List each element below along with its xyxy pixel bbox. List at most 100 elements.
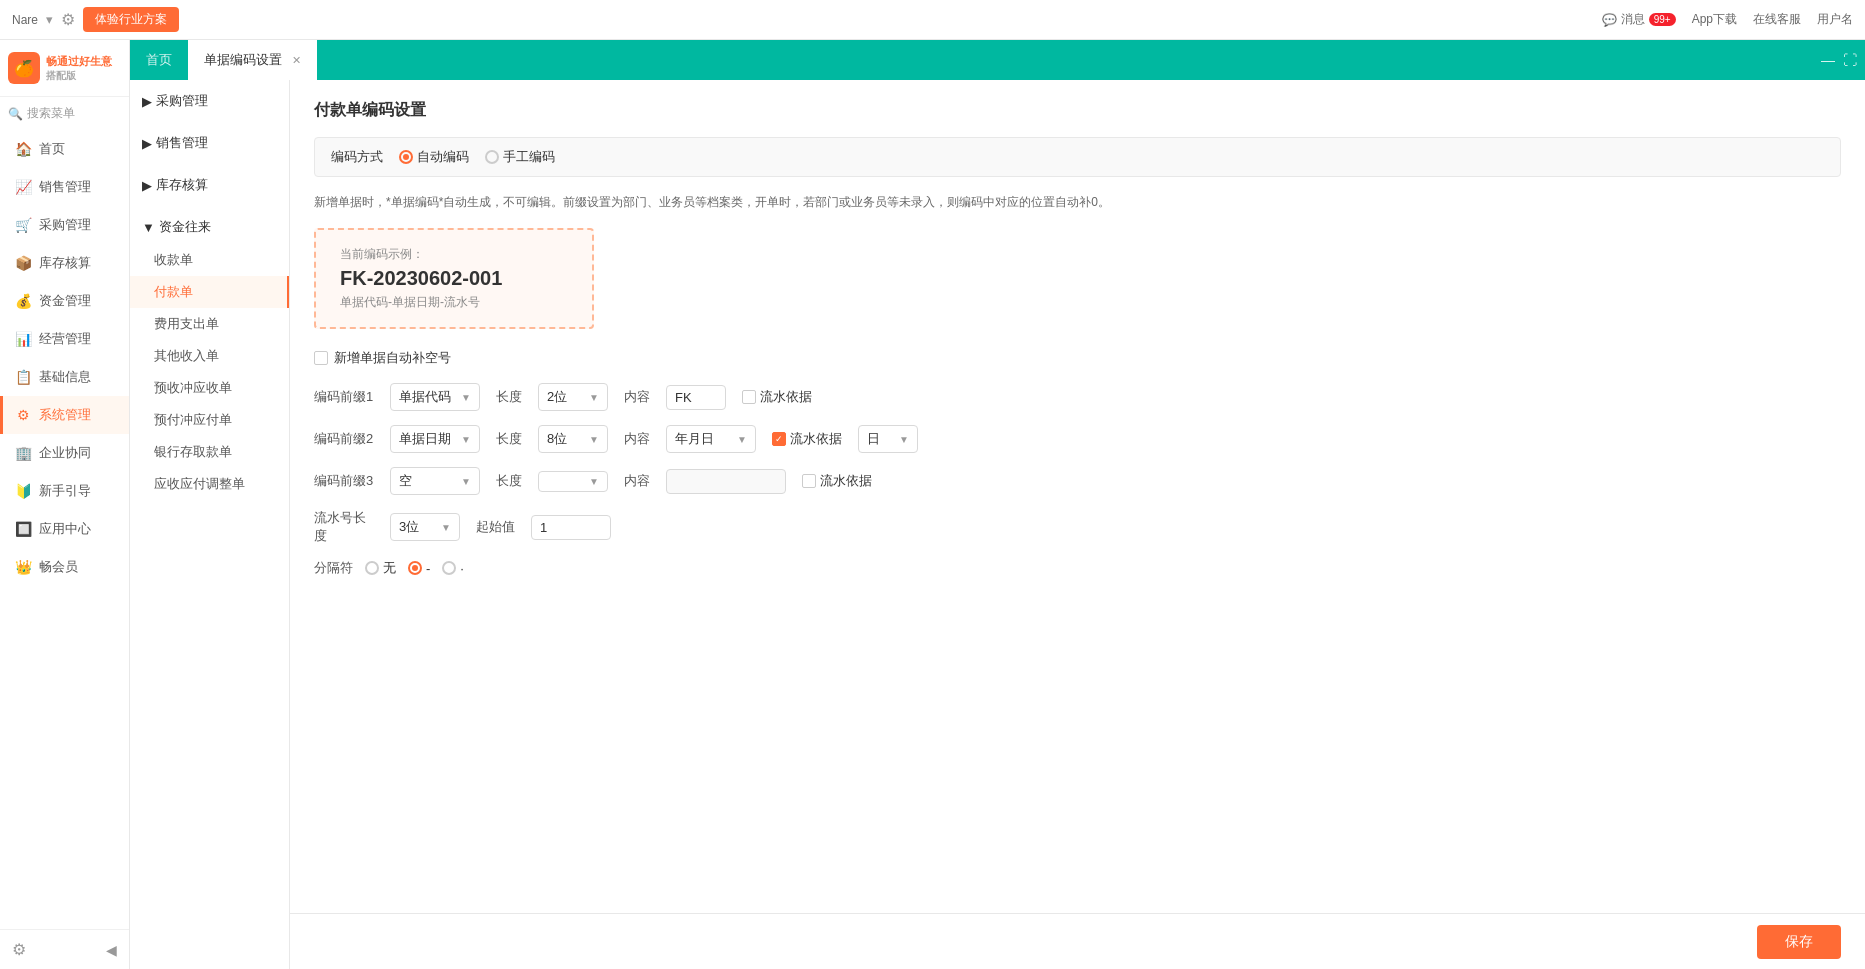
auto-radio-dot (399, 150, 413, 164)
group-inventory-arrow: ▶ (142, 178, 152, 193)
tab-home[interactable]: 首页 (130, 40, 188, 80)
sidebar-item-inventory[interactable]: 📦 库存核算 (0, 244, 129, 282)
bottom-bar: 保存 (290, 913, 1865, 969)
tab-bar-right: — ⛶ (1821, 40, 1865, 80)
top-header: Nare ▾ ⚙ 体验行业方案 💬 消息 99+ App下载 在线客服 用户名 (0, 0, 1865, 40)
close-tab-icon[interactable]: ✕ (292, 54, 301, 67)
manual-radio-dot (485, 150, 499, 164)
experience-button[interactable]: 体验行业方案 (83, 7, 179, 32)
prefix2-content-arrow: ▼ (737, 434, 747, 445)
message-icon: 💬 (1602, 13, 1617, 27)
prefix3-content-label: 内容 (624, 472, 650, 490)
prefix1-serial-checkbox[interactable] (742, 390, 756, 404)
content-wrapper: ▶ 采购管理 ▶ 销售管理 ▶ 库存核算 (130, 80, 1865, 969)
manual-encoding-radio[interactable]: 手工编码 (485, 148, 555, 166)
auto-fill-checkbox[interactable] (314, 351, 328, 365)
prefix3-content-input[interactable] (666, 469, 786, 494)
group-purchase: ▶ 采购管理 (130, 80, 289, 122)
sidebar-item-home[interactable]: 🏠 首页 (0, 130, 129, 168)
encoding-label: 编码方式 (331, 148, 383, 166)
sep-none-radio[interactable]: 无 (365, 559, 396, 577)
inventory-icon: 📦 (15, 255, 31, 271)
group-inventory: ▶ 库存核算 (130, 164, 289, 206)
sidebar-item-appcenter[interactable]: 🔲 应用中心 (0, 510, 129, 548)
sidebar-item-finance[interactable]: 💰 资金管理 (0, 282, 129, 320)
sidebar-header: 🍊 畅通过好生意 搭配版 (0, 40, 129, 97)
sep-dot-radio[interactable]: · (442, 561, 464, 576)
message-badge[interactable]: 💬 消息 99+ (1602, 11, 1676, 28)
serial-length-arrow: ▼ (441, 522, 451, 533)
sidebar-item-ar-ap[interactable]: 应收应付调整单 (130, 468, 289, 500)
prefix3-length-label: 长度 (496, 472, 522, 490)
save-button[interactable]: 保存 (1757, 925, 1841, 959)
group-purchase-title[interactable]: ▶ 采购管理 (130, 84, 289, 118)
auto-fill-label: 新增单据自动补空号 (334, 349, 451, 367)
sidebar-item-basicinfo[interactable]: 📋 基础信息 (0, 358, 129, 396)
sidebar-item-purchase[interactable]: 🛒 采购管理 (0, 206, 129, 244)
settings-icon[interactable]: ⚙ (61, 10, 75, 29)
prefix3-serial-checkbox[interactable] (802, 474, 816, 488)
tab-bar: 首页 单据编码设置 ✕ — ⛶ (130, 40, 1865, 80)
sidebar-item-member[interactable]: 👑 畅会员 (0, 548, 129, 586)
search-menu[interactable]: 🔍 搜索菜单 (0, 97, 129, 130)
brand-name: 畅通过好生意 搭配版 (46, 54, 112, 81)
prefix2-period-select[interactable]: 日 ▼ (858, 425, 918, 453)
footer-settings-icon[interactable]: ⚙ (12, 940, 26, 959)
prefix2-length-arrow: ▼ (589, 434, 599, 445)
prefix3-select[interactable]: 空 ▼ (390, 467, 480, 495)
sidebar-item-operations[interactable]: 📊 经营管理 (0, 320, 129, 358)
sidebar-item-prepay-pay[interactable]: 预付冲应付单 (130, 404, 289, 436)
prefix2-content-select[interactable]: 年月日 ▼ (666, 425, 756, 453)
header-right: 💬 消息 99+ App下载 在线客服 用户名 (1602, 11, 1853, 28)
group-sales: ▶ 销售管理 (130, 122, 289, 164)
sidebar-item-bank[interactable]: 银行存取款单 (130, 436, 289, 468)
encoding-radio-group: 自动编码 手工编码 (399, 148, 555, 166)
sidebar-item-payment[interactable]: 付款单 (130, 276, 289, 308)
sep-dash-radio[interactable]: - (408, 561, 430, 576)
sidebar-item-enterprise[interactable]: 🏢 企业协同 (0, 434, 129, 472)
prefix3-label: 编码前缀3 (314, 472, 374, 490)
sidebar-item-system[interactable]: ⚙ 系统管理 (0, 396, 129, 434)
system-icon: ⚙ (15, 407, 31, 423)
tab-minimize-icon[interactable]: — (1821, 52, 1835, 68)
user-name[interactable]: 用户名 (1817, 11, 1853, 28)
auto-fill-row: 新增单据自动补空号 (314, 349, 1841, 367)
app-download-link[interactable]: App下载 (1692, 11, 1737, 28)
prefix2-row: 编码前缀2 单据日期 ▼ 长度 8位 ▼ 内容 年月日 (314, 425, 1841, 453)
footer-collapse-icon[interactable]: ◀ (106, 942, 117, 958)
prefix1-content-input[interactable] (666, 385, 726, 410)
sidebar-item-receipt[interactable]: 收款单 (130, 244, 289, 276)
sidebar-item-expense[interactable]: 费用支出单 (130, 308, 289, 340)
serial-start-label: 起始值 (476, 518, 515, 536)
serial-start-input[interactable] (531, 515, 611, 540)
prefix3-length-select[interactable]: ▼ (538, 471, 608, 492)
prefix1-select-arrow: ▼ (461, 392, 471, 403)
basicinfo-icon: 📋 (15, 369, 31, 385)
prefix2-select-arrow: ▼ (461, 434, 471, 445)
prefix2-period-arrow: ▼ (899, 434, 909, 445)
online-service-link[interactable]: 在线客服 (1753, 11, 1801, 28)
tab-encoding[interactable]: 单据编码设置 ✕ (188, 40, 317, 80)
sidebar-item-guide[interactable]: 🔰 新手引导 (0, 472, 129, 510)
sidebar-item-prepay-rec[interactable]: 预收冲应收单 (130, 372, 289, 404)
sidebar-item-other-income[interactable]: 其他收入单 (130, 340, 289, 372)
prefix1-content-label: 内容 (624, 388, 650, 406)
group-capital: ▼ 资金往来 收款单 付款单 费用支出单 其他收入单 预收冲应收单 预付冲应付单… (130, 206, 289, 504)
prefix2-serial-checkbox[interactable]: ✓ (772, 432, 786, 446)
prefix1-length-select[interactable]: 2位 ▼ (538, 383, 608, 411)
group-sales-title[interactable]: ▶ 销售管理 (130, 126, 289, 160)
group-inventory-title[interactable]: ▶ 库存核算 (130, 168, 289, 202)
sidebar-item-sales[interactable]: 📈 销售管理 (0, 168, 129, 206)
group-capital-title[interactable]: ▼ 资金往来 (130, 210, 289, 244)
enterprise-icon: 🏢 (15, 445, 31, 461)
prefix2-select[interactable]: 单据日期 ▼ (390, 425, 480, 453)
prefix3-select-arrow: ▼ (461, 476, 471, 487)
prefix2-length-select[interactable]: 8位 ▼ (538, 425, 608, 453)
group-purchase-arrow: ▶ (142, 94, 152, 109)
serial-length-select[interactable]: 3位 ▼ (390, 513, 460, 541)
dropdown-icon[interactable]: ▾ (46, 12, 53, 27)
tab-maximize-icon[interactable]: ⛶ (1843, 52, 1857, 68)
auto-encoding-radio[interactable]: 自动编码 (399, 148, 469, 166)
prefix1-select[interactable]: 单据代码 ▼ (390, 383, 480, 411)
search-icon: 🔍 (8, 107, 23, 121)
